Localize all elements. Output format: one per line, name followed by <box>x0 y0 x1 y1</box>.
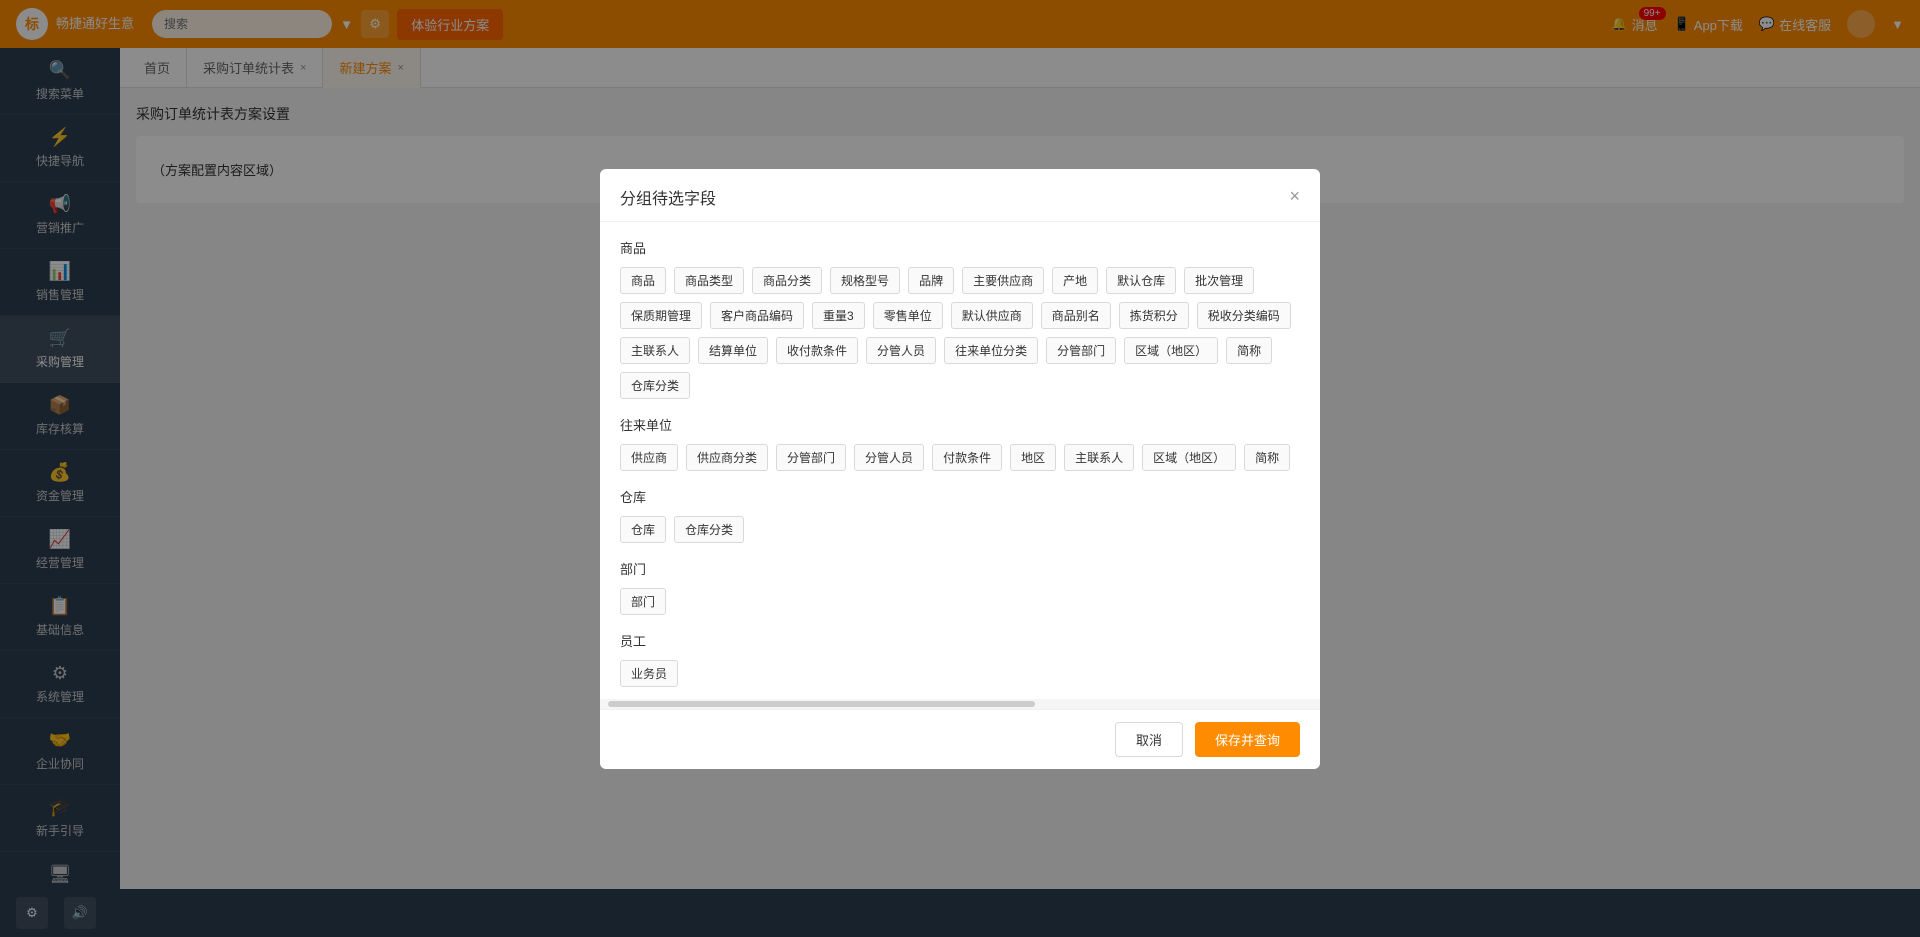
field-tag[interactable]: 批次管理 <box>1184 267 1254 294</box>
field-tag[interactable]: 商品别名 <box>1041 302 1111 329</box>
field-tag[interactable]: 分管人员 <box>866 337 936 364</box>
field-tag[interactable]: 付款条件 <box>932 444 1002 471</box>
section-title-仓库: 仓库 <box>620 487 1300 506</box>
field-tag[interactable]: 供应商分类 <box>686 444 768 471</box>
field-tags-商品: 商品商品类型商品分类规格型号品牌主要供应商产地默认仓库批次管理保质期管理客户商品… <box>620 267 1300 399</box>
field-tag[interactable]: 零售单位 <box>873 302 943 329</box>
field-tag[interactable]: 简称 <box>1244 444 1290 471</box>
section-title-商品: 商品 <box>620 238 1300 257</box>
field-tag[interactable]: 地区 <box>1010 444 1056 471</box>
cancel-button[interactable]: 取消 <box>1115 722 1183 757</box>
modal-footer: 取消 保存并查询 <box>600 709 1320 769</box>
field-tag[interactable]: 业务员 <box>620 660 678 687</box>
field-section-部门: 部门部门 <box>620 559 1300 615</box>
field-tag[interactable]: 区域（地区） <box>1124 337 1218 364</box>
field-tag[interactable]: 往来单位分类 <box>944 337 1038 364</box>
field-tag[interactable]: 商品类型 <box>674 267 744 294</box>
field-tag[interactable]: 供应商 <box>620 444 678 471</box>
field-tag[interactable]: 仓库分类 <box>674 516 744 543</box>
field-tag[interactable]: 保质期管理 <box>620 302 702 329</box>
modal-body[interactable]: 商品商品商品类型商品分类规格型号品牌主要供应商产地默认仓库批次管理保质期管理客户… <box>600 222 1320 699</box>
field-tag[interactable]: 区域（地区） <box>1142 444 1236 471</box>
field-section-商品: 商品商品商品类型商品分类规格型号品牌主要供应商产地默认仓库批次管理保质期管理客户… <box>620 238 1300 399</box>
field-section-往来单位: 往来单位供应商供应商分类分管部门分管人员付款条件地区主联系人区域（地区） 简称 <box>620 415 1300 471</box>
field-select-modal: 分组待选字段 × 商品商品商品类型商品分类规格型号品牌主要供应商产地默认仓库批次… <box>600 169 1320 769</box>
field-tag[interactable]: 商品分类 <box>752 267 822 294</box>
field-tag[interactable]: 商品 <box>620 267 666 294</box>
modal-overlay: 分组待选字段 × 商品商品商品类型商品分类规格型号品牌主要供应商产地默认仓库批次… <box>0 0 1920 937</box>
confirm-button[interactable]: 保存并查询 <box>1195 722 1300 757</box>
field-tag[interactable]: 主联系人 <box>620 337 690 364</box>
field-tags-往来单位: 供应商供应商分类分管部门分管人员付款条件地区主联系人区域（地区） 简称 <box>620 444 1300 471</box>
modal-horizontal-scrollbar[interactable] <box>600 699 1320 709</box>
section-title-员工: 员工 <box>620 631 1300 650</box>
modal-close-button[interactable]: × <box>1289 186 1300 207</box>
field-tags-部门: 部门 <box>620 588 1300 615</box>
modal-title: 分组待选字段 <box>620 185 716 209</box>
modal-hscroll-thumb <box>608 701 1035 707</box>
field-tag[interactable]: 重量3 <box>812 302 865 329</box>
field-tag[interactable]: 规格型号 <box>830 267 900 294</box>
field-tag[interactable]: 结算单位 <box>698 337 768 364</box>
field-tag[interactable]: 默认供应商 <box>951 302 1033 329</box>
field-tag[interactable]: 部门 <box>620 588 666 615</box>
field-tags-员工: 业务员 <box>620 660 1300 687</box>
field-tag[interactable]: 默认仓库 <box>1106 267 1176 294</box>
field-section-员工: 员工业务员 <box>620 631 1300 687</box>
field-tag[interactable]: 税收分类编码 <box>1197 302 1291 329</box>
field-tags-仓库: 仓库仓库分类 <box>620 516 1300 543</box>
field-tag[interactable]: 分管部门 <box>776 444 846 471</box>
field-tag[interactable]: 主联系人 <box>1064 444 1134 471</box>
field-section-仓库: 仓库仓库仓库分类 <box>620 487 1300 543</box>
field-tag[interactable]: 分管部门 <box>1046 337 1116 364</box>
section-title-往来单位: 往来单位 <box>620 415 1300 434</box>
modal-header: 分组待选字段 × <box>600 169 1320 222</box>
field-tag[interactable]: 品牌 <box>908 267 954 294</box>
field-tag[interactable]: 产地 <box>1052 267 1098 294</box>
section-title-部门: 部门 <box>620 559 1300 578</box>
field-tag[interactable]: 仓库分类 <box>620 372 690 399</box>
field-tag[interactable]: 简称 <box>1226 337 1272 364</box>
field-tag[interactable]: 仓库 <box>620 516 666 543</box>
field-tag[interactable]: 分管人员 <box>854 444 924 471</box>
field-tag[interactable]: 客户商品编码 <box>710 302 804 329</box>
field-tag[interactable]: 收付款条件 <box>776 337 858 364</box>
field-tag[interactable]: 拣货积分 <box>1119 302 1189 329</box>
field-tag[interactable]: 主要供应商 <box>962 267 1044 294</box>
